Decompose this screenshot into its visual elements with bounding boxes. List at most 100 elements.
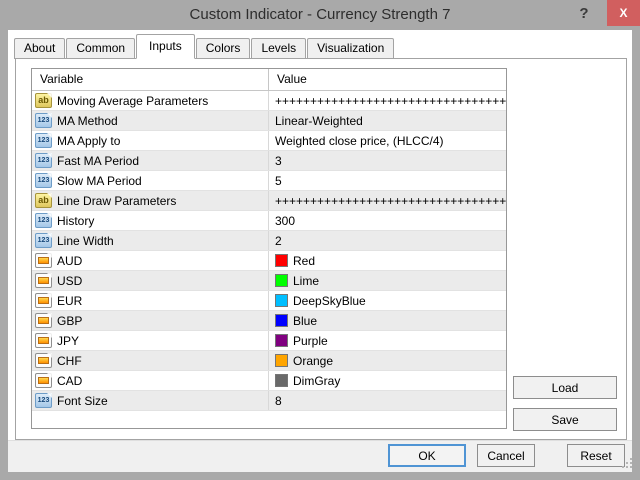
- variable-cell: ab Moving Average Parameters: [32, 91, 269, 110]
- color-swatch: [275, 334, 288, 347]
- table-row[interactable]: ab Line Draw Parameters ++++++++++++++++…: [32, 191, 506, 211]
- save-button[interactable]: Save: [513, 408, 617, 431]
- resize-grip[interactable]: [622, 458, 624, 460]
- close-button[interactable]: X: [607, 0, 640, 26]
- numeric-param-icon: 123: [35, 233, 52, 248]
- value-cell[interactable]: 3: [269, 151, 506, 170]
- variable-label: Font Size: [57, 393, 108, 408]
- value-cell[interactable]: Lime: [269, 271, 506, 290]
- param-icon-glyph: 123: [37, 117, 50, 124]
- value-label: Orange: [293, 353, 334, 368]
- table-row[interactable]: 123 Font Size 8: [32, 391, 506, 411]
- value-cell[interactable]: +++++++++++++++++++++++++++++++++: [269, 191, 506, 210]
- tab-visualization[interactable]: Visualization: [307, 38, 395, 59]
- table-row[interactable]: 123 Fast MA Period 3: [32, 151, 506, 171]
- variable-label: AUD: [57, 253, 83, 268]
- table-row[interactable]: USD Lime: [32, 271, 506, 291]
- variable-cell: 123 Slow MA Period: [32, 171, 269, 190]
- title-bar[interactable]: Custom Indicator - Currency Strength 7 ?…: [0, 0, 640, 30]
- value-label: Purple: [293, 333, 328, 348]
- value-cell[interactable]: Weighted close price, (HLCC/4): [269, 131, 506, 150]
- column-header-value[interactable]: Value: [269, 69, 506, 90]
- table-row[interactable]: 123 Slow MA Period 5: [32, 171, 506, 191]
- table-row[interactable]: GBP Blue: [32, 311, 506, 331]
- table-row[interactable]: 123 MA Apply to Weighted close price, (H…: [32, 131, 506, 151]
- table-row[interactable]: ab Moving Average Parameters +++++++++++…: [32, 91, 506, 111]
- value-cell[interactable]: 300: [269, 211, 506, 230]
- value-cell[interactable]: +++++++++++++++++++++++++++++++++: [269, 91, 506, 110]
- value-label: 8: [275, 393, 282, 408]
- variable-cell: EUR: [32, 291, 269, 310]
- param-icon-glyph: 123: [37, 177, 50, 184]
- tab-common[interactable]: Common: [66, 38, 136, 59]
- variable-cell: ab Line Draw Parameters: [32, 191, 269, 210]
- tab-label: About: [24, 41, 56, 55]
- button-bar: [8, 440, 632, 472]
- value-cell[interactable]: Linear-Weighted: [269, 111, 506, 130]
- table-row[interactable]: CHF Orange: [32, 351, 506, 371]
- variable-label: EUR: [57, 293, 83, 308]
- variable-cell: CHF: [32, 351, 269, 370]
- color-swatch: [275, 254, 288, 267]
- tab-about[interactable]: About: [14, 38, 66, 59]
- string-param-icon: ab: [35, 193, 52, 208]
- variable-cell: CAD: [32, 371, 269, 390]
- variable-cell: 123 MA Apply to: [32, 131, 269, 150]
- parameters-table: Variable Value ab Moving Average Paramet…: [31, 68, 507, 429]
- table-row[interactable]: EUR DeepSkyBlue: [32, 291, 506, 311]
- table-row[interactable]: AUD Red: [32, 251, 506, 271]
- tab-label: Visualization: [317, 41, 385, 55]
- value-cell[interactable]: 2: [269, 231, 506, 250]
- table-row[interactable]: 123 History 300: [32, 211, 506, 231]
- value-label: +++++++++++++++++++++++++++++++++: [275, 93, 506, 108]
- param-icon-glyph: ab: [38, 95, 49, 105]
- column-header-variable[interactable]: Variable: [32, 69, 269, 90]
- close-icon: X: [619, 6, 628, 20]
- cancel-button[interactable]: Cancel: [477, 444, 535, 467]
- value-label: 5: [275, 173, 282, 188]
- help-button[interactable]: ?: [572, 2, 596, 26]
- load-button[interactable]: Load: [513, 376, 617, 399]
- color-param-icon: [35, 293, 52, 308]
- param-icon-glyph: 123: [37, 237, 50, 244]
- value-cell[interactable]: DeepSkyBlue: [269, 291, 506, 310]
- value-cell[interactable]: Purple: [269, 331, 506, 350]
- variable-label: MA Method: [57, 113, 118, 128]
- tab-colors[interactable]: Colors: [195, 38, 251, 59]
- numeric-param-icon: 123: [35, 113, 52, 128]
- ok-button[interactable]: OK: [388, 444, 466, 467]
- variable-cell: 123 Fast MA Period: [32, 151, 269, 170]
- variable-label: Fast MA Period: [57, 153, 140, 168]
- value-label: 3: [275, 153, 282, 168]
- value-cell[interactable]: 5: [269, 171, 506, 190]
- param-icon-glyph: 123: [37, 137, 50, 144]
- value-label: Linear-Weighted: [275, 113, 363, 128]
- value-cell[interactable]: Red: [269, 251, 506, 270]
- numeric-param-icon: 123: [35, 153, 52, 168]
- table-row[interactable]: JPY Purple: [32, 331, 506, 351]
- variable-cell: GBP: [32, 311, 269, 330]
- value-cell[interactable]: DimGray: [269, 371, 506, 390]
- value-label: Red: [293, 253, 316, 268]
- tab-inputs[interactable]: Inputs: [136, 34, 195, 59]
- tab-page-inputs: Variable Value ab Moving Average Paramet…: [15, 58, 627, 440]
- color-param-icon: [35, 313, 52, 328]
- value-cell[interactable]: Orange: [269, 351, 506, 370]
- table-row[interactable]: CAD DimGray: [32, 371, 506, 391]
- value-cell[interactable]: 8: [269, 391, 506, 410]
- variable-label: JPY: [57, 333, 80, 348]
- tab-bar: About Common Inputs Colors Levels Visualizati…: [14, 34, 395, 59]
- tab-levels[interactable]: Levels: [251, 38, 307, 59]
- value-label: DimGray: [293, 373, 341, 388]
- value-cell[interactable]: Blue: [269, 311, 506, 330]
- reset-button[interactable]: Reset: [567, 444, 625, 467]
- variable-cell: 123 Line Width: [32, 231, 269, 250]
- param-icon-glyph: 123: [37, 157, 50, 164]
- variable-cell: JPY: [32, 331, 269, 350]
- dialog-window: Custom Indicator - Currency Strength 7 ?…: [0, 0, 640, 480]
- numeric-param-icon: 123: [35, 133, 52, 148]
- param-icon-glyph: 123: [37, 397, 50, 404]
- param-icon-glyph: 123: [37, 217, 50, 224]
- table-row[interactable]: 123 Line Width 2: [32, 231, 506, 251]
- table-row[interactable]: 123 MA Method Linear-Weighted: [32, 111, 506, 131]
